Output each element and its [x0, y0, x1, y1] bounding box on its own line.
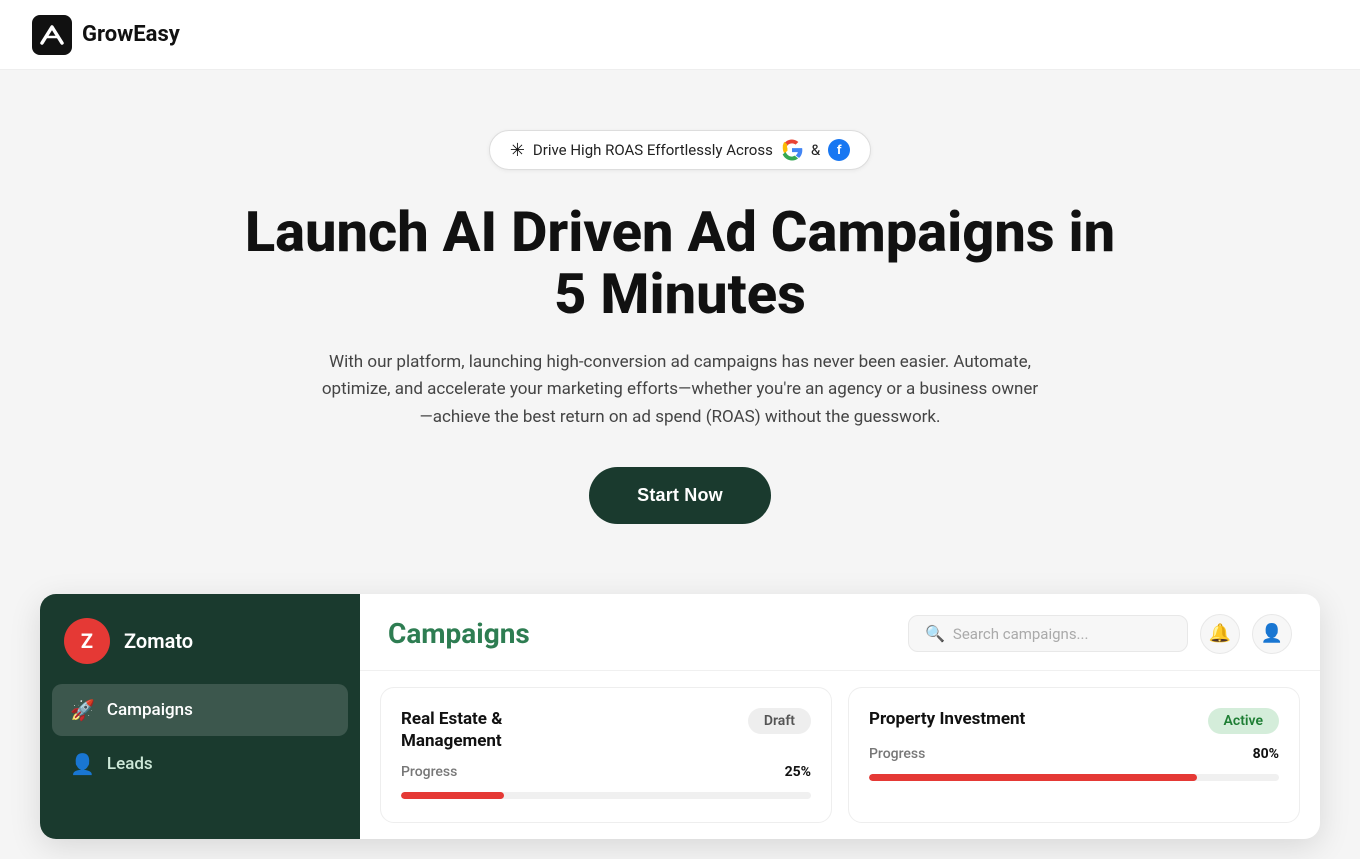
hero-badge: ✳ Drive High ROAS Effortlessly Across & … — [489, 130, 871, 170]
progress-bar-fill-0 — [401, 792, 504, 799]
brand-name: Zomato — [124, 629, 193, 653]
search-placeholder: Search campaigns... — [953, 625, 1089, 643]
progress-label-0: Progress — [401, 764, 457, 780]
sidebar-item-leads[interactable]: 👤 Leads — [52, 738, 348, 790]
search-bar[interactable]: 🔍 Search campaigns... — [908, 615, 1188, 652]
card-badge-0: Draft — [748, 708, 811, 734]
leads-nav-label: Leads — [107, 754, 153, 774]
facebook-icon: f — [828, 139, 850, 161]
logo-icon — [32, 15, 72, 55]
bell-icon: 🔔 — [1209, 623, 1231, 644]
dashboard-preview: Z Zomato 🚀 Campaigns 👤 Leads Campaigns 🔍… — [40, 594, 1320, 839]
logo-text: GrowEasy — [82, 22, 180, 47]
campaign-card-1[interactable]: Property Investment Active Progress 80% — [848, 687, 1300, 823]
card-title-1: Property Investment — [869, 708, 1025, 730]
google-icon — [781, 139, 803, 161]
hero-subtitle: With our platform, launching high-conver… — [320, 349, 1040, 431]
progress-bar-fill-1 — [869, 774, 1197, 781]
badge-connector: & — [811, 141, 820, 159]
brand-avatar: Z — [64, 618, 110, 664]
campaigns-nav-label: Campaigns — [107, 700, 193, 720]
progress-label-1: Progress — [869, 746, 925, 762]
progress-row-1: Progress 80% — [869, 746, 1279, 762]
main-header: Campaigns 🔍 Search campaigns... 🔔 👤 — [360, 594, 1320, 671]
progress-val-0: 25% — [785, 764, 811, 780]
logo: GrowEasy — [32, 15, 180, 55]
sidebar-nav: 🚀 Campaigns 👤 Leads — [40, 684, 360, 790]
campaign-card-0[interactable]: Real Estate & Management Draft Progress … — [380, 687, 832, 823]
leads-nav-icon: 👤 — [70, 752, 95, 776]
search-icon: 🔍 — [925, 624, 945, 643]
profile-button[interactable]: 👤 — [1252, 614, 1292, 654]
campaigns-title: Campaigns — [388, 617, 530, 650]
card-header-1: Property Investment Active — [869, 708, 1279, 734]
badge-text: Drive High ROAS Effortlessly Across — [533, 141, 773, 159]
notifications-button[interactable]: 🔔 — [1200, 614, 1240, 654]
campaigns-nav-icon: 🚀 — [70, 698, 95, 722]
sidebar-item-campaigns[interactable]: 🚀 Campaigns — [52, 684, 348, 736]
start-now-button[interactable]: Start Now — [589, 467, 771, 524]
sidebar-brand: Z Zomato — [40, 594, 360, 684]
header: GrowEasy — [0, 0, 1360, 70]
hero-section: ✳ Drive High ROAS Effortlessly Across & … — [0, 70, 1360, 564]
header-actions: 🔍 Search campaigns... 🔔 👤 — [908, 614, 1292, 654]
sidebar: Z Zomato 🚀 Campaigns 👤 Leads — [40, 594, 360, 839]
progress-bar-bg-0 — [401, 792, 811, 799]
campaign-cards: Real Estate & Management Draft Progress … — [360, 671, 1320, 839]
card-header-0: Real Estate & Management Draft — [401, 708, 811, 752]
card-title-0: Real Estate & Management — [401, 708, 581, 752]
hero-title: Launch AI Driven Ad Campaigns in 5 Minut… — [230, 202, 1130, 325]
main-content: Campaigns 🔍 Search campaigns... 🔔 👤 Real… — [360, 594, 1320, 839]
card-badge-1: Active — [1208, 708, 1279, 734]
progress-bar-bg-1 — [869, 774, 1279, 781]
progress-val-1: 80% — [1253, 746, 1279, 762]
user-icon: 👤 — [1261, 623, 1283, 644]
progress-row-0: Progress 25% — [401, 764, 811, 780]
badge-asterisk-icon: ✳ — [510, 140, 525, 161]
